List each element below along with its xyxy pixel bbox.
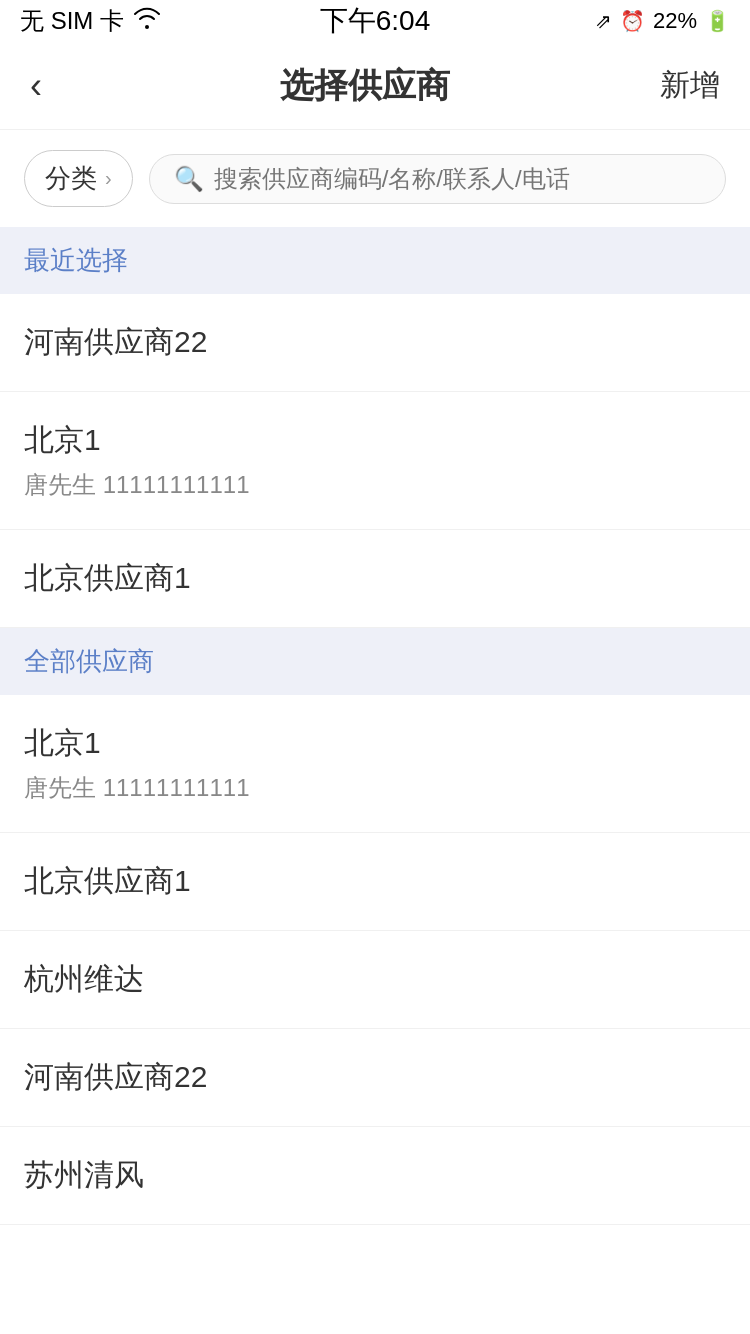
status-bar: 无 SIM 卡 下午6:04 ⇗ ⏰ 22% 🔋 (0, 0, 750, 42)
back-button[interactable]: ‹ (30, 65, 90, 107)
item-name: 北京1 (24, 420, 726, 461)
status-right: ⇗ ⏰ 22% 🔋 (595, 8, 730, 34)
item-name: 河南供应商22 (24, 1057, 726, 1098)
all-section-header: 全部供应商 (0, 628, 750, 695)
status-left: 无 SIM 卡 (20, 5, 162, 37)
item-sub: 唐先生 11111111111 (24, 469, 726, 501)
location-icon: ⇗ (595, 9, 612, 33)
page-title: 选择供应商 (90, 63, 640, 109)
category-button[interactable]: 分类 › (24, 150, 133, 207)
all-section-label: 全部供应商 (24, 646, 154, 676)
recent-section-header: 最近选择 (0, 227, 750, 294)
category-label: 分类 (45, 161, 97, 196)
list-item[interactable]: 杭州维达 (0, 931, 750, 1029)
wifi-icon (132, 7, 162, 35)
item-name: 河南供应商22 (24, 322, 726, 363)
item-name: 北京供应商1 (24, 558, 726, 599)
item-name: 北京1 (24, 723, 726, 764)
item-sub: 唐先生 11111111111 (24, 772, 726, 804)
chevron-right-icon: › (105, 167, 112, 190)
recent-section-label: 最近选择 (24, 245, 128, 275)
battery-icon: 🔋 (705, 9, 730, 33)
search-input[interactable] (214, 165, 701, 193)
list-item[interactable]: 北京供应商1 (0, 833, 750, 931)
nav-bar: ‹ 选择供应商 新增 (0, 42, 750, 130)
item-name: 北京供应商1 (24, 861, 726, 902)
item-name: 杭州维达 (24, 959, 726, 1000)
list-item[interactable]: 苏州清风 (0, 1127, 750, 1225)
battery-text: 22% (653, 8, 697, 34)
no-sim-text: 无 SIM 卡 (20, 5, 124, 37)
list-item[interactable]: 河南供应商22 (0, 294, 750, 392)
status-time: 下午6:04 (320, 2, 431, 40)
item-name: 苏州清风 (24, 1155, 726, 1196)
list-item[interactable]: 北京1 唐先生 11111111111 (0, 392, 750, 530)
list-item[interactable]: 河南供应商22 (0, 1029, 750, 1127)
search-icon: 🔍 (174, 165, 204, 193)
list-item[interactable]: 北京1 唐先生 11111111111 (0, 695, 750, 833)
search-bar[interactable]: 🔍 (149, 154, 726, 204)
add-button[interactable]: 新增 (640, 65, 720, 106)
all-list: 北京1 唐先生 11111111111 北京供应商1 杭州维达河南供应商22 苏州清风 (0, 695, 750, 1225)
alarm-icon: ⏰ (620, 9, 645, 33)
filter-bar: 分类 › 🔍 (0, 130, 750, 227)
list-item[interactable]: 北京供应商1 (0, 530, 750, 628)
recent-list: 河南供应商22 北京1 唐先生 11111111111 北京供应商1 (0, 294, 750, 628)
